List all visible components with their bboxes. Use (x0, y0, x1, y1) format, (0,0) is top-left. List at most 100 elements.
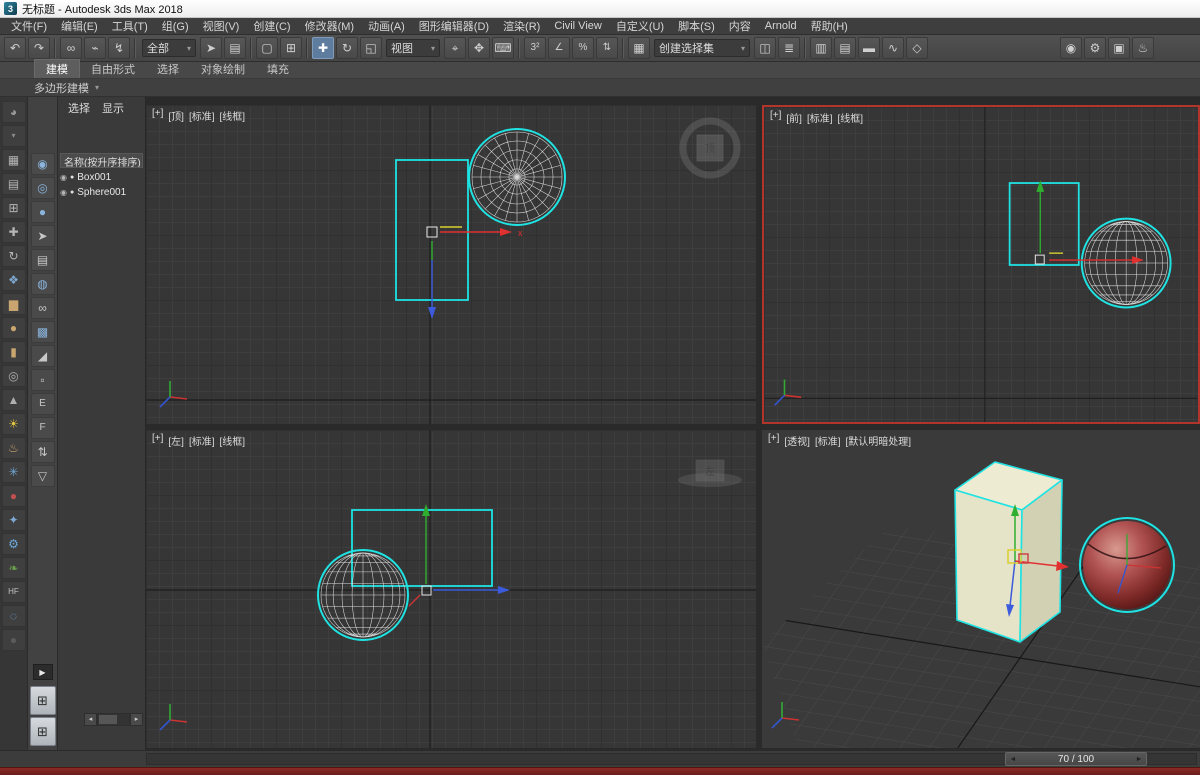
window-crossing-icon[interactable]: ⊞ (280, 37, 302, 59)
align-icon[interactable]: ≣ (778, 37, 800, 59)
viewport-menu-view[interactable]: [前] (786, 110, 802, 125)
move-gizmo[interactable] (408, 504, 510, 607)
menu-item[interactable]: Civil View (547, 20, 608, 32)
viewport-menu-renderer[interactable]: [标准] (807, 110, 833, 125)
panel-grid-icon[interactable]: ▤ (1, 173, 26, 195)
scene-explorer-menu-item[interactable]: 显示 (102, 100, 124, 116)
scene-object-row[interactable]: ◉ ● Box001 (60, 170, 143, 185)
snap-toggle-3d-icon[interactable]: 3² (524, 37, 546, 59)
dot-grid-icon[interactable]: ▩ (30, 321, 55, 343)
scroll-left-icon[interactable]: ◂ (84, 712, 97, 726)
ribbon-tab[interactable]: 选择 (146, 60, 190, 78)
viewport-menu-view[interactable]: [顶] (168, 108, 184, 123)
rendered-frame-window-icon[interactable]: ▣ (1108, 37, 1130, 59)
select-and-link-icon[interactable]: ∞ (60, 37, 82, 59)
small-box-icon[interactable]: ▫ (30, 369, 55, 391)
sphere-object-left-view[interactable] (317, 549, 409, 641)
pick-cursor-icon[interactable]: ➤ (30, 225, 55, 247)
menu-item[interactable]: 动画(A) (361, 18, 412, 34)
teapot-primitive-icon[interactable]: ♨ (1, 437, 26, 459)
display-dot-icon[interactable]: ◉ (30, 153, 55, 175)
edit-named-selection-sets-icon[interactable]: ▦ (628, 37, 650, 59)
box-object-front-view[interactable] (1008, 182, 1080, 266)
viewport-menu-shading[interactable]: [线框] (220, 433, 246, 448)
dark-sphere-icon[interactable]: ● (1, 629, 26, 651)
scrollbar-track[interactable] (97, 712, 130, 726)
menu-item[interactable]: 内容 (722, 18, 758, 34)
next-frame-icon[interactable]: ► (1132, 756, 1146, 763)
pyramid-primitive-icon[interactable]: ▲ (1, 389, 26, 411)
scroll-right-icon[interactable]: ▸ (130, 712, 143, 726)
particle-spray-icon[interactable]: ✳ (1, 461, 26, 483)
viewport-top[interactable]: [+] [顶] [标准] [线框] x 顶 (146, 105, 756, 424)
rotate-mini-icon[interactable]: ↻ (1, 245, 26, 267)
light-icon[interactable]: ☀ (1, 413, 26, 435)
dropdown-arrow-icon[interactable]: ▾ (1, 125, 26, 147)
use-pivot-point-icon[interactable]: ⌖ (444, 37, 466, 59)
redo-icon[interactable]: ↷ (28, 37, 50, 59)
viewcube[interactable]: 顶 (679, 117, 741, 179)
select-object-icon[interactable]: ➤ (200, 37, 222, 59)
select-and-rotate-icon[interactable]: ↻ (336, 37, 358, 59)
bind-to-space-warp-icon[interactable]: ↯ (108, 37, 130, 59)
filter-icon[interactable]: ▽ (30, 465, 55, 487)
viewport-menu-plus[interactable]: [+] (770, 110, 781, 125)
viewport-left[interactable]: [+] [左] [标准] [线框] 左 (146, 430, 756, 748)
polygon-modeling-panel-label[interactable]: 多边形建模 (34, 80, 89, 96)
viewport-menu-renderer[interactable]: [标准] (189, 433, 215, 448)
sphere-tool-icon[interactable]: ● (30, 201, 55, 223)
visibility-eye-icon[interactable]: ◉ (60, 173, 67, 182)
viewport-menu-renderer[interactable]: [标准] (189, 108, 215, 123)
select-and-manipulate-icon[interactable]: ✥ (468, 37, 490, 59)
unlink-selection-icon[interactable]: ⌁ (84, 37, 106, 59)
spinner-snap-icon[interactable]: ⇅ (596, 37, 618, 59)
selection-knob-icon[interactable]: ◕ (1, 101, 26, 123)
reference-coordinate-dropdown[interactable]: 视图 ▾ (386, 39, 440, 57)
menu-item[interactable]: Arnold (758, 20, 804, 32)
schematic-view-icon[interactable]: ◇ (906, 37, 928, 59)
name-column-header[interactable]: 名称(按升序排序) (60, 153, 143, 168)
select-and-scale-icon[interactable]: ◱ (360, 37, 382, 59)
menu-item[interactable]: 自定义(U) (609, 18, 671, 34)
menu-item[interactable]: 视图(V) (196, 18, 247, 34)
visibility-eye-icon[interactable]: ◉ (60, 188, 67, 197)
viewport-menu-shading[interactable]: [线框] (838, 110, 864, 125)
viewport-menu-shading[interactable]: [默认明暗处理] (846, 433, 912, 448)
hf-icon[interactable]: HF (1, 581, 26, 603)
mirror-icon[interactable]: ◫ (754, 37, 776, 59)
viewport-menu-plus[interactable]: [+] (152, 108, 163, 123)
ramp-icon[interactable]: ◢ (30, 345, 55, 367)
lattice-icon[interactable]: ❖ (1, 269, 26, 291)
viewport-menu-plus[interactable]: [+] (152, 433, 163, 448)
scene-explorer-menu-item[interactable]: 选择 (68, 100, 90, 116)
box-primitive-icon[interactable]: ▆ (1, 293, 26, 315)
box-object-left-view[interactable] (351, 509, 493, 587)
ribbon-tab[interactable]: 自由形式 (80, 60, 146, 78)
menu-item[interactable]: 图形编辑器(D) (412, 18, 496, 34)
track-bar[interactable] (0, 767, 1200, 775)
ribbon-tab[interactable]: 填充 (256, 60, 300, 78)
link-chain-icon[interactable]: ∞ (30, 297, 55, 319)
menu-item[interactable]: 帮助(H) (804, 18, 855, 34)
red-sphere-icon[interactable]: ● (1, 485, 26, 507)
angle-snap-icon[interactable]: ∠ (548, 37, 570, 59)
render-setup-icon[interactable]: ⚙ (1084, 37, 1106, 59)
toggle-ribbon-icon[interactable]: ▬ (858, 37, 880, 59)
f-icon[interactable]: F (30, 417, 55, 439)
menu-item[interactable]: 创建(C) (246, 18, 297, 34)
keyboard-override-icon[interactable]: ⌨ (492, 37, 514, 59)
sphere-object-top-view[interactable] (468, 128, 566, 226)
toggle-layer-explorer-icon[interactable]: ▤ (834, 37, 856, 59)
viewport-layout-button[interactable]: ⊞ (29, 686, 56, 715)
window-grid-icon[interactable]: ▦ (1, 149, 26, 171)
toggle-scene-explorer-icon[interactable]: ▥ (810, 37, 832, 59)
viewport-menu-view[interactable]: [透视] (784, 433, 810, 448)
list-panel-icon[interactable]: ▤ (30, 249, 55, 271)
cylinder-primitive-icon[interactable]: ▮ (1, 341, 26, 363)
zoom-region-icon[interactable]: ◎ (30, 177, 55, 199)
menu-item[interactable]: 渲染(R) (496, 18, 547, 34)
previous-frame-icon[interactable]: ◄ (1006, 756, 1020, 763)
torus-primitive-icon[interactable]: ◎ (1, 365, 26, 387)
sphere-object-front-view[interactable] (1080, 217, 1172, 309)
helper-icon[interactable]: ✦ (1, 509, 26, 531)
